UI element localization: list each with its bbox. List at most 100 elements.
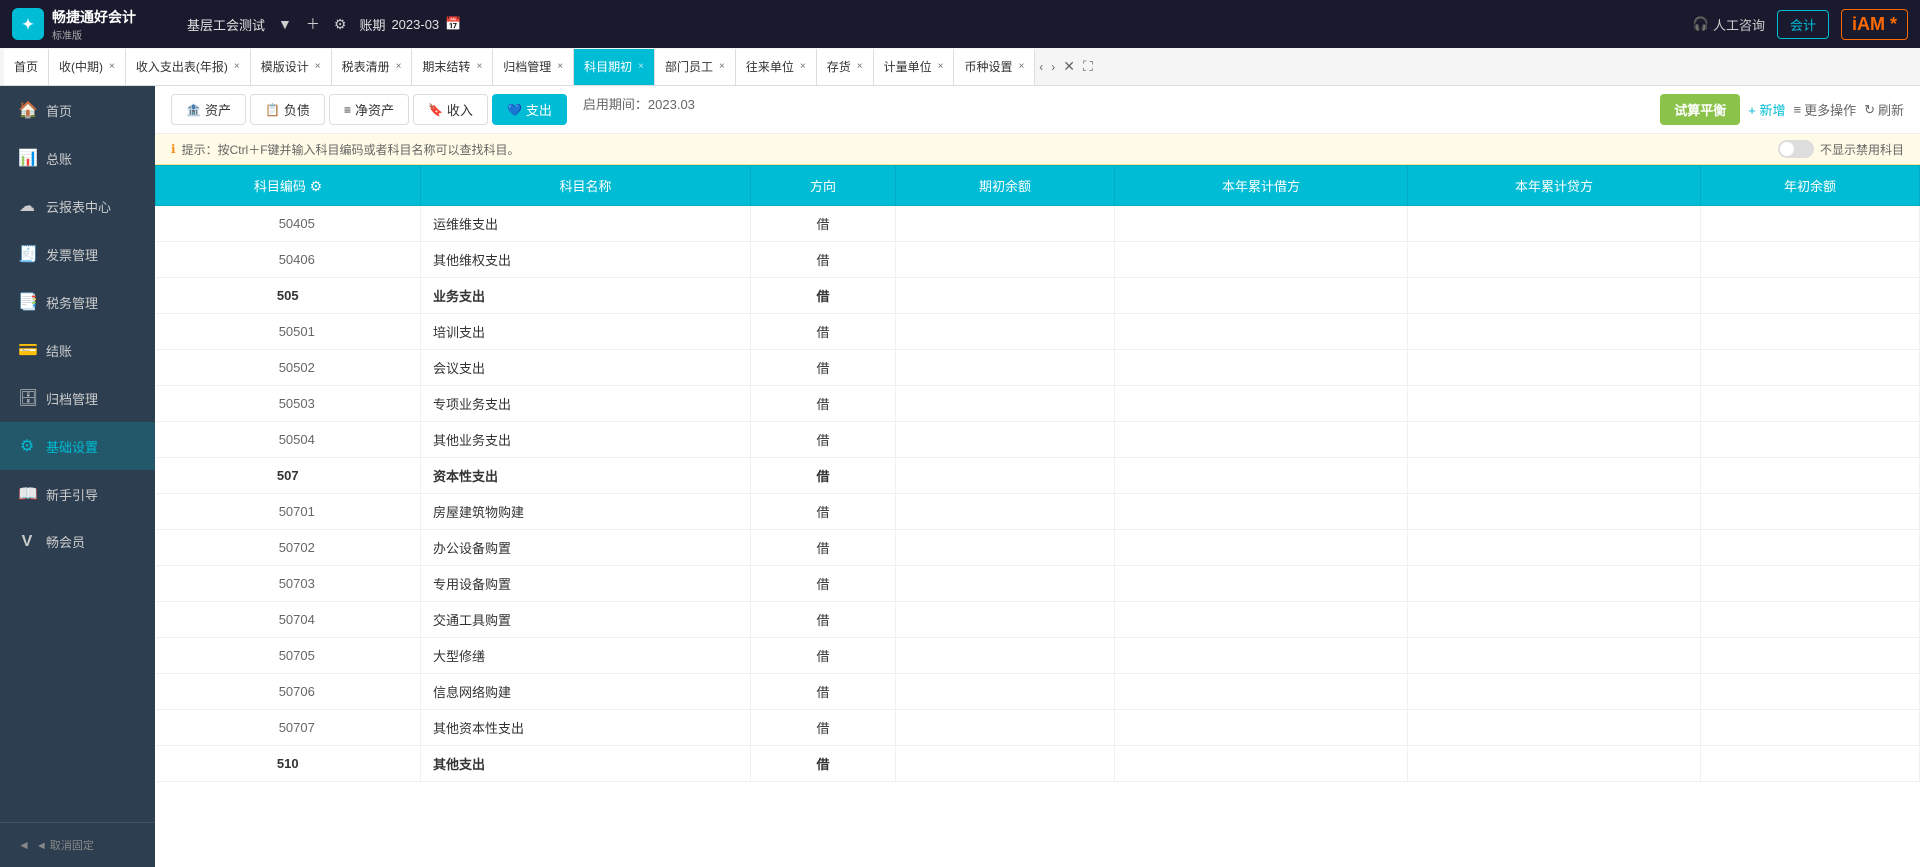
tab-close-all-btn[interactable]: ✕ xyxy=(1059,58,1079,75)
tab-subject-initial[interactable]: 科目期初 × xyxy=(574,49,655,85)
tab-period-end[interactable]: 期末结转 × xyxy=(412,49,493,85)
close-mid-period[interactable]: × xyxy=(109,61,115,72)
table-row[interactable]: 505业务支出借 xyxy=(156,278,1920,314)
sub-tab-liability[interactable]: 📋 负债 xyxy=(250,94,325,125)
settings-btn[interactable]: ⚙ xyxy=(329,14,352,35)
tab-customers[interactable]: 往来单位 × xyxy=(736,49,817,85)
cell-opening-balance xyxy=(896,566,1115,602)
home-icon: 🏠 xyxy=(18,100,36,120)
col-opening-balance: 期初余额 xyxy=(896,166,1115,206)
cloud-icon: ☁ xyxy=(18,196,36,216)
table-row[interactable]: 50405运维维支出借 xyxy=(156,206,1920,242)
table-row[interactable]: 50706信息网络购建借 xyxy=(156,674,1920,710)
cell-code: 50705 xyxy=(156,638,421,674)
cell-ytd-credit xyxy=(1408,530,1701,566)
sub-tab-expenditure[interactable]: 💙 支出 xyxy=(492,94,567,125)
tab-currency[interactable]: 币种设置 × xyxy=(954,49,1035,85)
cell-year-opening xyxy=(1700,638,1919,674)
refresh-btn[interactable]: ↻ 刷新 xyxy=(1864,100,1904,119)
table-row[interactable]: 50502会议支出借 xyxy=(156,350,1920,386)
table-row[interactable]: 50504其他业务支出借 xyxy=(156,422,1920,458)
close-archive[interactable]: × xyxy=(557,61,563,72)
tab-mid-period[interactable]: 收(中期) × xyxy=(49,49,126,85)
sidebar-item-home[interactable]: 🏠 首页 xyxy=(0,86,155,134)
cell-ytd-credit xyxy=(1408,674,1701,710)
calendar-icon[interactable]: 📅 xyxy=(445,16,461,32)
cell-ytd-credit xyxy=(1408,278,1701,314)
tab-home[interactable]: 首页 xyxy=(4,49,49,85)
tab-annual-report[interactable]: 收入支出表(年报) × xyxy=(126,49,251,85)
disabled-subject-toggle[interactable] xyxy=(1778,140,1814,158)
sidebar-item-cloud-reports[interactable]: ☁ 云报表中心 xyxy=(0,182,155,230)
sub-tab-asset[interactable]: 🏦 资产 xyxy=(171,94,246,125)
table-header-row: 科目编码 ⚙ 科目名称 方向 期初余额 本年累计借方 本年累计贷方 年初余额 xyxy=(156,166,1920,206)
table-row[interactable]: 50707其他资本性支出借 xyxy=(156,710,1920,746)
period-value: 2023-03 xyxy=(391,17,439,32)
iam-badge[interactable]: iAM * xyxy=(1841,9,1908,40)
close-tax-book[interactable]: × xyxy=(396,61,402,72)
tab-archive[interactable]: 归档管理 × xyxy=(493,49,574,85)
add-tab-btn[interactable]: ＋ xyxy=(301,12,325,36)
sub-tab-bar: 🏦 资产 📋 负债 ≡ 净资产 🔖 收入 💙 支出 xyxy=(155,86,1920,134)
calculate-balance-btn[interactable]: 试算平衡 xyxy=(1660,94,1740,125)
expenditure-icon: 💙 xyxy=(507,103,522,117)
close-customers[interactable]: × xyxy=(800,61,806,72)
cell-direction: 借 xyxy=(750,350,895,386)
close-period-end[interactable]: × xyxy=(476,61,482,72)
cell-year-opening xyxy=(1700,386,1919,422)
col-settings-icon[interactable]: ⚙ xyxy=(310,178,323,194)
sidebar-item-guide[interactable]: 📖 新手引导 xyxy=(0,470,155,518)
close-subject-initial[interactable]: × xyxy=(638,61,644,72)
cell-code: 50706 xyxy=(156,674,421,710)
table-row[interactable]: 50704交通工具购置借 xyxy=(156,602,1920,638)
table-row[interactable]: 50701房屋建筑物购建借 xyxy=(156,494,1920,530)
table-row[interactable]: 50705大型修缮借 xyxy=(156,638,1920,674)
tab-prev-btn[interactable]: ‹ xyxy=(1035,60,1047,74)
table-row[interactable]: 507资本性支出借 xyxy=(156,458,1920,494)
sidebar-item-tax[interactable]: 📑 税务管理 xyxy=(0,278,155,326)
table-row[interactable]: 50702办公设备购置借 xyxy=(156,530,1920,566)
cell-ytd-debit xyxy=(1115,350,1408,386)
sidebar-item-basic-settings[interactable]: ⚙ 基础设置 xyxy=(0,422,155,470)
sub-tab-asset-label: 资产 xyxy=(205,100,231,119)
more-actions-btn[interactable]: ≡ 更多操作 xyxy=(1793,100,1856,119)
tab-units[interactable]: 计量单位 × xyxy=(874,49,955,85)
cell-name: 业务支出 xyxy=(421,278,751,314)
sidebar-item-archive[interactable]: 🗄 归档管理 xyxy=(0,374,155,422)
account-type-btn[interactable]: 会计 xyxy=(1777,10,1829,39)
tab-next-btn[interactable]: › xyxy=(1047,60,1059,74)
close-currency[interactable]: × xyxy=(1018,61,1024,72)
tab-inventory[interactable]: 存货 × xyxy=(817,49,874,85)
sidebar-collapse-btn[interactable]: ◄ ◄ 取消固定 xyxy=(0,822,155,867)
table-row[interactable]: 50406其他维权支出借 xyxy=(156,242,1920,278)
close-dept-staff[interactable]: × xyxy=(719,61,725,72)
logo-area: ✦ 畅捷通好会计 标准版 xyxy=(12,7,167,42)
tab-expand-btn[interactable]: ⛶ xyxy=(1079,58,1097,75)
company-dropdown-btn[interactable]: ▼ xyxy=(273,14,297,34)
tab-dept-staff[interactable]: 部门员工 × xyxy=(655,49,736,85)
tab-template[interactable]: 模版设计 × xyxy=(251,49,332,85)
close-inventory[interactable]: × xyxy=(857,61,863,72)
cell-name: 资本性支出 xyxy=(421,458,751,494)
cell-opening-balance xyxy=(896,386,1115,422)
close-units[interactable]: × xyxy=(938,61,944,72)
cell-code: 50707 xyxy=(156,710,421,746)
sub-tab-net-assets[interactable]: ≡ 净资产 xyxy=(329,94,409,125)
close-annual-report[interactable]: × xyxy=(234,61,240,72)
table-row[interactable]: 510其他支出借 xyxy=(156,746,1920,782)
close-template[interactable]: × xyxy=(315,61,321,72)
sub-tabs: 🏦 资产 📋 负债 ≡ 净资产 🔖 收入 💙 支出 xyxy=(171,94,695,125)
add-subject-btn[interactable]: + 新增 xyxy=(1748,100,1785,119)
member-icon: V xyxy=(18,533,36,551)
table-row[interactable]: 50703专用设备购置借 xyxy=(156,566,1920,602)
tab-tax-book[interactable]: 税表清册 × xyxy=(332,49,413,85)
sidebar-item-invoice[interactable]: 🧾 发票管理 xyxy=(0,230,155,278)
sidebar-item-closing[interactable]: 💳 结账 xyxy=(0,326,155,374)
sidebar-item-member[interactable]: V 畅会员 xyxy=(0,518,155,565)
table-row[interactable]: 50503专项业务支出借 xyxy=(156,386,1920,422)
sidebar-item-ledger[interactable]: 📊 总账 xyxy=(0,134,155,182)
cell-name: 交通工具购置 xyxy=(421,602,751,638)
customer-service-btn[interactable]: 🎧 人工咨询 xyxy=(1693,15,1765,34)
table-row[interactable]: 50501培训支出借 xyxy=(156,314,1920,350)
sub-tab-income[interactable]: 🔖 收入 xyxy=(413,94,488,125)
